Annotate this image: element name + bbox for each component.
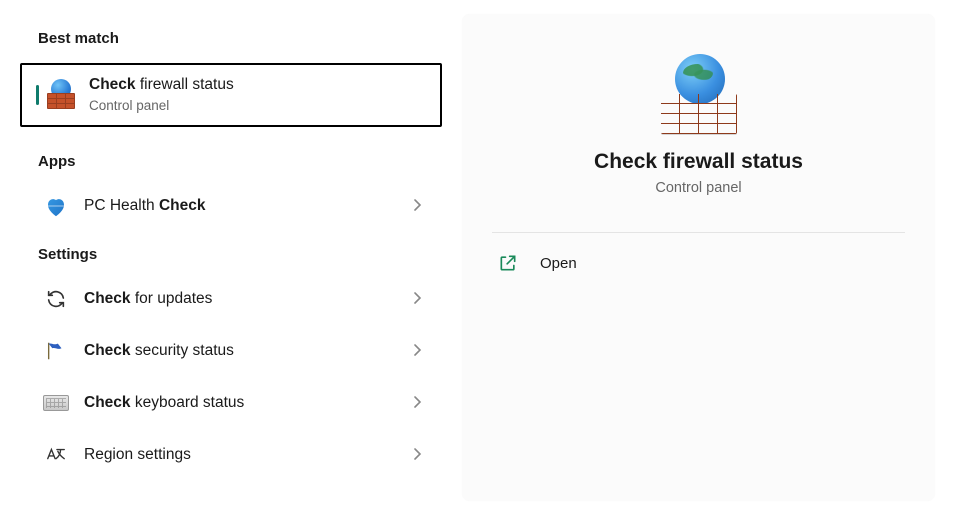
setting-region-settings[interactable]: Region settings	[20, 429, 442, 481]
language-region-icon	[42, 441, 70, 469]
setting-check-security-status[interactable]: Check security status	[20, 325, 442, 377]
chevron-right-icon	[414, 198, 422, 214]
chevron-right-icon	[414, 447, 422, 463]
chevron-right-icon	[414, 395, 422, 411]
setting-label: Check security status	[84, 342, 414, 360]
open-label: Open	[540, 255, 577, 272]
preview-subtitle: Control panel	[655, 180, 741, 196]
keyboard-icon	[42, 389, 70, 417]
chevron-right-icon	[414, 291, 422, 307]
result-text: Check firewall status Control panel	[89, 75, 234, 115]
results-panel: Best match Check firewall status Control…	[0, 0, 462, 515]
sync-icon	[42, 285, 70, 313]
app-label: PC Health Check	[84, 197, 414, 215]
heart-health-icon	[42, 192, 70, 220]
firewall-icon-large	[659, 54, 739, 134]
firewall-icon	[47, 81, 75, 109]
setting-label: Region settings	[84, 446, 414, 464]
result-title: Check firewall status	[89, 75, 234, 96]
open-action[interactable]: Open	[492, 233, 905, 293]
setting-label: Check keyboard status	[84, 394, 414, 412]
chevron-right-icon	[414, 343, 422, 359]
preview-panel: Check firewall status Control panel Open	[462, 14, 935, 501]
best-match-header: Best match	[20, 30, 442, 63]
flag-icon	[42, 337, 70, 365]
setting-check-keyboard-status[interactable]: Check keyboard status	[20, 377, 442, 429]
open-external-icon	[498, 253, 518, 273]
selection-accent	[36, 85, 39, 105]
app-result-pc-health-check[interactable]: PC Health Check	[20, 180, 442, 232]
settings-header: Settings	[20, 232, 442, 273]
preview-title: Check firewall status	[594, 150, 803, 174]
setting-label: Check for updates	[84, 290, 414, 308]
best-match-result[interactable]: Check firewall status Control panel	[20, 63, 442, 127]
result-subtitle: Control panel	[89, 97, 234, 115]
apps-header: Apps	[20, 139, 442, 180]
setting-check-for-updates[interactable]: Check for updates	[20, 273, 442, 325]
